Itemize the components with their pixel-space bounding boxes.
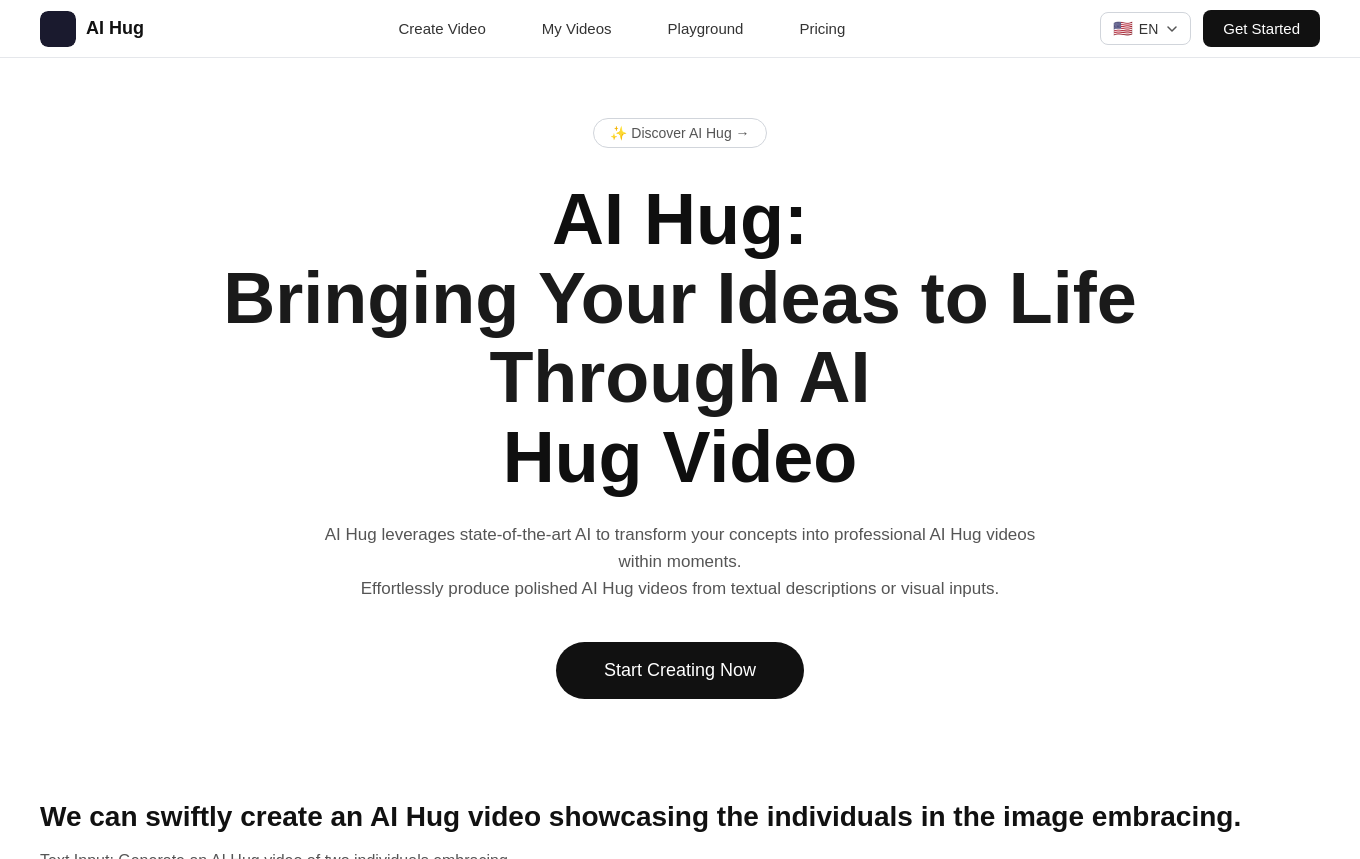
- nav-my-videos[interactable]: My Videos: [514, 0, 640, 58]
- main-nav: Create Video My Videos Playground Pricin…: [371, 0, 874, 58]
- start-creating-button[interactable]: Start Creating Now: [556, 642, 804, 699]
- language-selector[interactable]: 🇺🇸 EN: [1100, 12, 1191, 45]
- navbar-right: 🇺🇸 EN Get Started: [1100, 10, 1320, 47]
- hero-subtitle-line1: AI Hug leverages state-of-the-art AI to …: [325, 525, 1036, 571]
- feature-subtitle: Text Input: Generate an AI Hug video of …: [40, 852, 1320, 859]
- hero-title: AI Hug: Bringing Your Ideas to Life Thro…: [130, 180, 1230, 497]
- nav-playground[interactable]: Playground: [640, 0, 772, 58]
- hero-title-line3: Hug Video: [503, 417, 858, 497]
- logo-icon: 🤗: [40, 11, 76, 47]
- lang-label: EN: [1139, 21, 1158, 37]
- nav-create-video[interactable]: Create Video: [371, 0, 514, 58]
- feature-title: We can swiftly create an AI Hug video sh…: [40, 799, 1320, 835]
- feature-section: We can swiftly create an AI Hug video sh…: [0, 799, 1360, 859]
- get-started-button[interactable]: Get Started: [1203, 10, 1320, 47]
- navbar: 🤗 AI Hug Create Video My Videos Playgrou…: [0, 0, 1360, 58]
- nav-pricing[interactable]: Pricing: [771, 0, 873, 58]
- hero-subtitle-line2: Effortlessly produce polished AI Hug vid…: [361, 579, 999, 598]
- hero-title-line1: AI Hug:: [552, 179, 808, 259]
- flag-icon: 🇺🇸: [1113, 19, 1133, 38]
- brand-logo[interactable]: 🤗 AI Hug: [40, 11, 144, 47]
- hero-section: ✨ Discover AI Hug → AI Hug: Bringing You…: [0, 58, 1360, 799]
- hero-title-line2: Bringing Your Ideas to Life Through AI: [223, 258, 1136, 417]
- chevron-down-icon: [1166, 23, 1178, 35]
- svg-rect-0: [40, 11, 76, 47]
- hero-subtitle: AI Hug leverages state-of-the-art AI to …: [320, 521, 1040, 603]
- discover-badge[interactable]: ✨ Discover AI Hug →: [593, 118, 766, 148]
- brand-name: AI Hug: [86, 18, 144, 39]
